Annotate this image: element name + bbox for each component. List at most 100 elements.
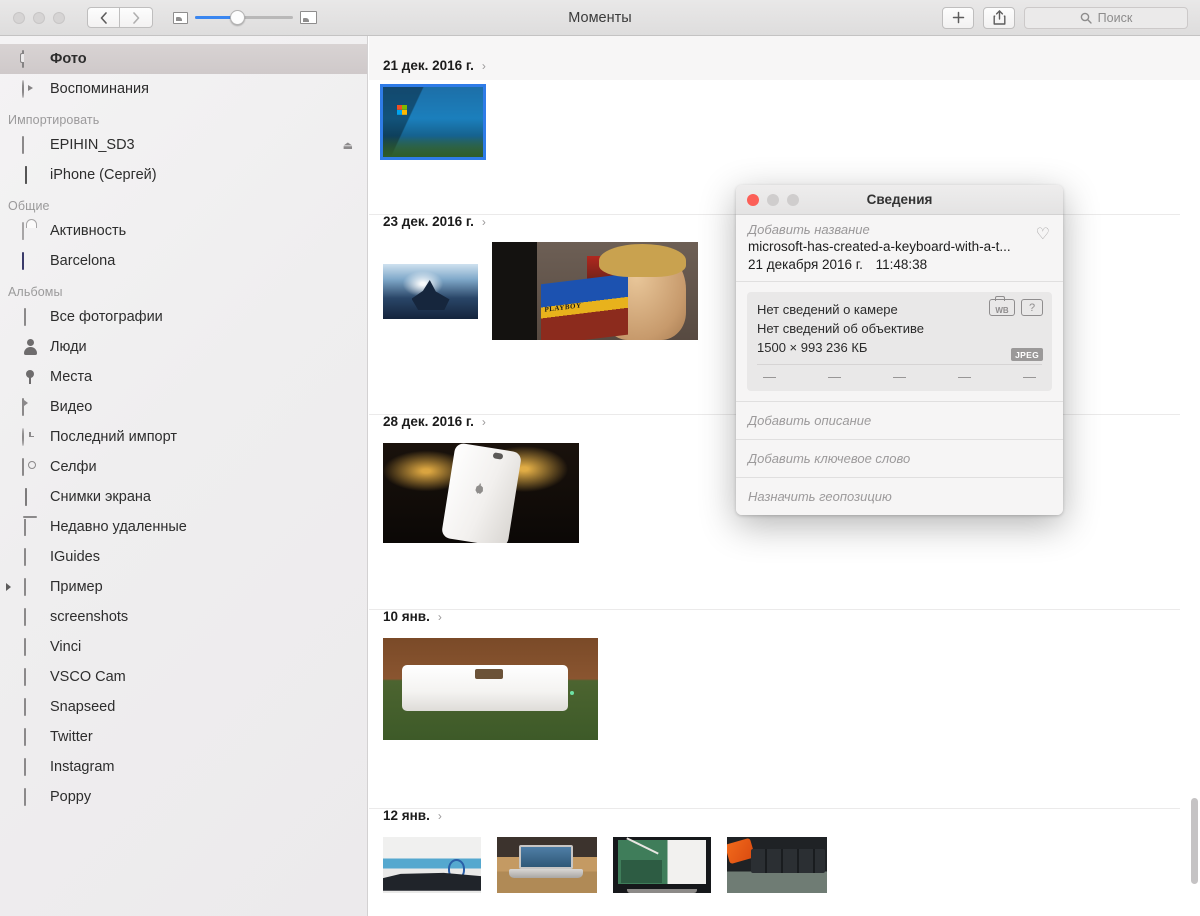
photo-thumbnail-tank[interactable] — [383, 837, 481, 893]
forward-button[interactable] — [120, 7, 153, 28]
slider-knob[interactable] — [230, 10, 245, 25]
photo-date: 21 декабря 2016 г. — [748, 257, 863, 272]
album-icon — [22, 609, 39, 626]
sidebar-group-shared: Общие — [0, 190, 367, 216]
sidebar-item-snapseed[interactable]: Snapseed — [0, 692, 367, 722]
exif-block: WB ? Нет сведений о камере Нет сведений … — [747, 292, 1052, 391]
moment-section: 10 янв. › — [369, 609, 1200, 740]
trash-icon — [22, 519, 39, 536]
minimize-button[interactable] — [33, 12, 45, 24]
sidebar-item-barcelona[interactable]: Barcelona — [0, 246, 367, 276]
photo-thumbnail-maps[interactable] — [613, 837, 711, 893]
photo-thumbnail-time-capsule[interactable] — [383, 638, 598, 740]
sidebar-item-label: Barcelona — [50, 253, 115, 269]
sidebar-item-screenshots-smart[interactable]: Снимки экрана — [0, 482, 367, 512]
sidebar[interactable]: Фото Воспоминания Импортировать EPIHIN_S… — [0, 36, 368, 916]
sidebar-item-last-import[interactable]: Последний импорт — [0, 422, 367, 452]
vertical-scrollbar[interactable] — [1191, 336, 1198, 912]
sidebar-item-vsco-cam[interactable]: VSCO Cam — [0, 662, 367, 692]
sidebar-item-label: screenshots — [50, 609, 128, 625]
photo-thumbnail-titanic[interactable] — [383, 264, 478, 319]
sidebar-item-primer[interactable]: Пример — [0, 572, 367, 602]
sidebar-item-poppy[interactable]: Poppy — [0, 782, 367, 812]
sidebar-item-label: EPIHIN_SD3 — [50, 137, 135, 153]
photo-detail-maps-screen — [618, 840, 706, 884]
sidebar-item-photos[interactable]: Фото — [0, 44, 367, 74]
moment-section: 12 янв. › — [369, 808, 1200, 893]
photos-app-window: Моменты Поиск — [0, 0, 1200, 916]
photo-thumbnail-macbook[interactable] — [497, 837, 597, 893]
thumbnail-size-slider[interactable] — [195, 16, 293, 19]
chevron-right-icon[interactable]: › — [482, 59, 486, 73]
chevron-right-icon[interactable]: › — [438, 809, 442, 823]
photo-thumbnail-microsoft-building[interactable] — [383, 87, 483, 157]
sidebar-item-memories[interactable]: Воспоминания — [0, 74, 367, 104]
location-field[interactable]: Назначить геопозицию — [736, 477, 1063, 515]
sidebar-item-screenshots[interactable]: screenshots — [0, 602, 367, 632]
sidebar-item-video[interactable]: Видео — [0, 392, 367, 422]
photo-thumbnail-home-alone[interactable]: PLAYBOY — [492, 242, 698, 340]
share-button[interactable] — [983, 7, 1015, 29]
sidebar-item-label: Видео — [50, 399, 92, 415]
sidebar-item-all-photos[interactable]: Все фотографии — [0, 302, 367, 332]
photo-filename: microsoft-has-created-a-keyboard-with-a-… — [748, 239, 1051, 254]
sidebar-item-iphone[interactable]: iPhone (Сергей) — [0, 160, 367, 190]
sidebar-item-label: Vinci — [50, 639, 81, 655]
white-balance-icon: WB — [989, 299, 1015, 316]
sidebar-item-activity[interactable]: Активность — [0, 216, 367, 246]
disclosure-triangle-icon[interactable] — [6, 583, 11, 591]
chevron-right-icon[interactable]: › — [438, 610, 442, 624]
sidebar-item-places[interactable]: Места — [0, 362, 367, 392]
sidebar-item-label: Twitter — [50, 729, 93, 745]
info-panel[interactable]: Сведения Добавить название microsoft-has… — [736, 185, 1063, 515]
photo-datetime: 21 декабря 2016 г. 11:48:38 — [748, 257, 1051, 272]
video-icon — [22, 399, 39, 416]
navigation-buttons — [87, 7, 153, 28]
moment-date-header[interactable]: 10 янв. › — [369, 609, 1200, 624]
photo-thumbnail-iphone[interactable] — [383, 443, 579, 543]
sidebar-item-iguides[interactable]: IGuides — [0, 542, 367, 572]
all-photos-icon — [22, 309, 39, 326]
chevron-right-icon[interactable]: › — [482, 215, 486, 229]
info-panel-title: Сведения — [736, 192, 1063, 207]
info-panel-header: Сведения — [736, 185, 1063, 215]
thumbnail-size-slider-group[interactable] — [173, 11, 317, 24]
moment-date-label: 21 дек. 2016 г. — [383, 58, 474, 73]
add-button[interactable] — [942, 7, 974, 29]
clock-icon — [22, 429, 39, 446]
exif-stats-row: — — — — — — [757, 364, 1042, 391]
sidebar-item-twitter[interactable]: Twitter — [0, 722, 367, 752]
exif-stat: — — [1023, 369, 1036, 384]
moment-date-header[interactable]: 12 янв. › — [369, 808, 1200, 823]
description-field[interactable]: Добавить описание — [736, 401, 1063, 439]
scrollbar-thumb[interactable] — [1191, 798, 1198, 884]
sidebar-item-people[interactable]: Люди — [0, 332, 367, 362]
back-button[interactable] — [87, 7, 120, 28]
photo-thumbnail-keyboard[interactable] — [727, 837, 827, 893]
moment-date-header[interactable]: 21 дек. 2016 г. › — [369, 58, 1200, 73]
small-photo-icon — [173, 12, 188, 24]
heart-icon[interactable]: ♡ — [1036, 224, 1050, 244]
zoom-button[interactable] — [53, 12, 65, 24]
moment-thumbnails — [369, 638, 1200, 740]
add-title-field[interactable]: Добавить название — [748, 222, 1051, 237]
search-input[interactable]: Поиск — [1024, 7, 1188, 29]
sidebar-item-selfies[interactable]: Селфи — [0, 452, 367, 482]
eject-icon[interactable]: ⏏ — [343, 139, 353, 152]
sidebar-item-epihin-sd3[interactable]: EPIHIN_SD3 ⏏ — [0, 130, 367, 160]
chevron-right-icon[interactable]: › — [482, 415, 486, 429]
screenshot-icon — [22, 489, 39, 506]
people-icon — [22, 339, 39, 356]
sidebar-item-label: Активность — [50, 223, 126, 239]
close-button[interactable] — [13, 12, 25, 24]
sidebar-item-vinci[interactable]: Vinci — [0, 632, 367, 662]
sidebar-item-label: Селфи — [50, 459, 97, 475]
sidebar-item-label: VSCO Cam — [50, 669, 126, 685]
sidebar-item-instagram[interactable]: Instagram — [0, 752, 367, 782]
sidebar-item-recently-deleted[interactable]: Недавно удаленные — [0, 512, 367, 542]
question-mark-icon[interactable]: ? — [1021, 299, 1043, 316]
exif-dimensions-size: 1500 × 993 236 КБ — [757, 338, 1042, 357]
sidebar-item-label: iPhone (Сергей) — [50, 167, 157, 183]
keyword-field[interactable]: Добавить ключевое слово — [736, 439, 1063, 477]
sidebar-item-label: Фото — [50, 51, 87, 67]
